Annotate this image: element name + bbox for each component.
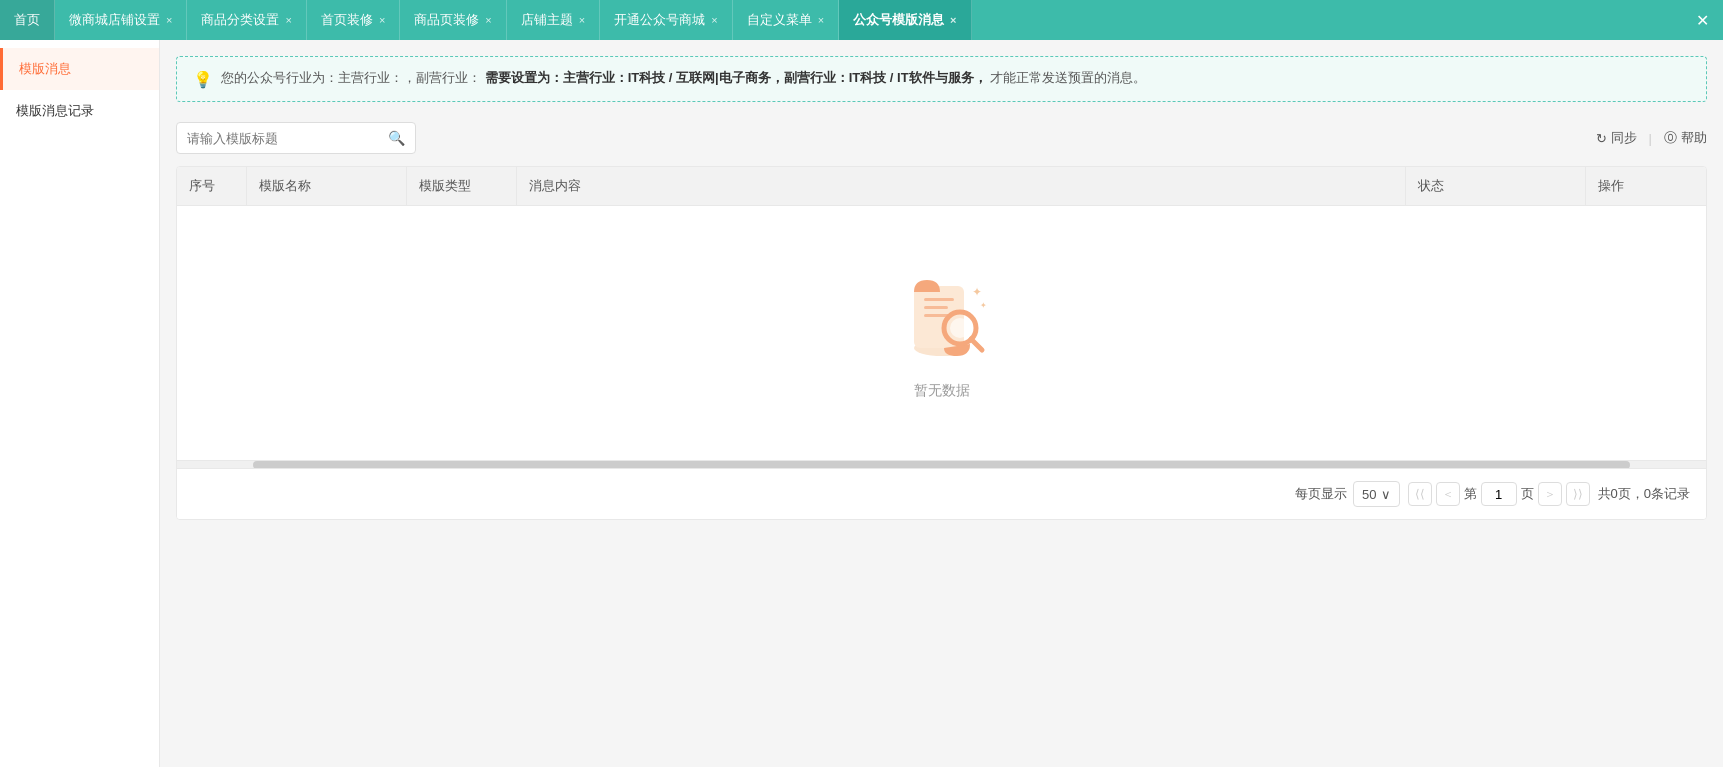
sidebar: 模版消息 模版消息记录 [0,40,160,767]
tab-home-label: 首页 [14,11,40,29]
page-size-dropdown[interactable]: 50 ∨ [1353,481,1399,507]
sidebar-item-template-record-label: 模版消息记录 [16,103,94,118]
page-size-select: 每页显示 50 ∨ [1295,481,1399,507]
page-total: 共0页，0条记录 [1598,485,1690,503]
empty-text: 暂无数据 [914,382,970,400]
svg-line-7 [971,339,982,350]
search-bar: 🔍 ↻ 同步 | ⓪ 帮助 [176,122,1707,154]
page-label: 第 [1464,485,1477,503]
empty-state: ✦ ✦ 暂无数据 [177,206,1706,460]
table-header: 序号 模版名称 模版类型 消息内容 状态 操作 [177,167,1706,206]
divider: | [1649,131,1652,146]
tab-store-theme[interactable]: 店铺主题 × [507,0,600,40]
sidebar-item-template-message[interactable]: 模版消息 [0,48,159,90]
notice-prefix: 您的公众号行业为：主营行业：，副营行业： [221,70,481,85]
tab-home-decoration[interactable]: 首页装修 × [307,0,400,40]
tab-template-message-close[interactable]: × [950,14,956,26]
data-table: 序号 模版名称 模版类型 消息内容 状态 操作 [176,166,1707,520]
svg-text:✦: ✦ [972,285,982,299]
tab-store-theme-close[interactable]: × [579,14,585,26]
svg-text:✦: ✦ [980,301,987,310]
tab-open-mall-close[interactable]: × [711,14,717,26]
notice-highlight: 需要设置为：主营行业：IT科技 / 互联网|电子商务，副营行业：IT科技 / I… [485,70,987,85]
help-button[interactable]: ⓪ 帮助 [1664,129,1707,147]
tab-bar: 首页 微商城店铺设置 × 商品分类设置 × 首页装修 × 商品页装修 × 店铺主… [0,0,1723,40]
content-area: 💡 您的公众号行业为：主营行业：，副营行业： 需要设置为：主营行业：IT科技 /… [160,40,1723,767]
tab-category-settings-close[interactable]: × [285,14,291,26]
scrollbar-thumb[interactable] [253,461,1629,468]
pagination: 每页显示 50 ∨ ⟨⟨ ＜ 第 页 ＞ ⟩⟩ [177,468,1706,519]
search-actions: ↻ 同步 | ⓪ 帮助 [1596,129,1707,147]
notice-text: 您的公众号行业为：主营行业：，副营行业： 需要设置为：主营行业：IT科技 / 互… [221,69,1146,87]
col-header-name: 模版名称 [247,167,407,205]
horizontal-scrollbar[interactable] [177,460,1706,468]
tab-shop-settings-close[interactable]: × [166,14,172,26]
main-layout: 模版消息 模版消息记录 💡 您的公众号行业为：主营行业：，副营行业： 需要设置为… [0,40,1723,767]
tab-custom-menu[interactable]: 自定义菜单 × [733,0,839,40]
tab-shop-settings-label: 微商城店铺设置 [69,11,160,29]
sync-icon: ↻ [1596,131,1607,146]
prev-page-button[interactable]: ＜ [1436,482,1460,506]
col-header-status: 状态 [1406,167,1586,205]
last-page-button[interactable]: ⟩⟩ [1566,482,1590,506]
page-size-value: 50 [1362,487,1376,502]
col-header-content: 消息内容 [517,167,1406,205]
sync-button[interactable]: ↻ 同步 [1596,129,1637,147]
tab-custom-menu-label: 自定义菜单 [747,11,812,29]
svg-rect-3 [924,306,948,309]
tab-open-mall[interactable]: 开通公众号商城 × [600,0,732,40]
page-unit: 页 [1521,485,1534,503]
help-icon: ⓪ [1664,129,1677,147]
tab-category-settings-label: 商品分类设置 [201,11,279,29]
empty-icon: ✦ ✦ [892,266,992,366]
tab-product-decoration[interactable]: 商品页装修 × [400,0,506,40]
chevron-down-icon: ∨ [1381,487,1391,502]
tab-home[interactable]: 首页 [0,0,55,40]
tab-product-decoration-label: 商品页装修 [414,11,479,29]
notice-box: 💡 您的公众号行业为：主营行业：，副营行业： 需要设置为：主营行业：IT科技 /… [176,56,1707,102]
tab-custom-menu-close[interactable]: × [818,14,824,26]
col-header-index: 序号 [177,167,247,205]
search-input[interactable] [187,131,388,146]
tab-home-decoration-close[interactable]: × [379,14,385,26]
search-icon[interactable]: 🔍 [388,130,405,146]
notice-suffix: 才能正常发送预置的消息。 [990,70,1146,85]
page-navigation: ⟨⟨ ＜ 第 页 ＞ ⟩⟩ [1408,482,1590,506]
sidebar-item-template-message-label: 模版消息 [19,61,71,76]
col-header-action: 操作 [1586,167,1706,205]
tab-shop-settings[interactable]: 微商城店铺设置 × [55,0,187,40]
page-input-wrap: 第 页 [1464,482,1534,506]
notice-icon: 💡 [193,70,213,89]
tab-home-decoration-label: 首页装修 [321,11,373,29]
svg-point-6 [950,318,970,338]
tab-template-message[interactable]: 公众号模版消息 × [839,0,971,40]
tab-open-mall-label: 开通公众号商城 [614,11,705,29]
next-page-button[interactable]: ＞ [1538,482,1562,506]
first-page-button[interactable]: ⟨⟨ [1408,482,1432,506]
tab-template-message-label: 公众号模版消息 [853,11,944,29]
tab-store-theme-label: 店铺主题 [521,11,573,29]
help-label: 帮助 [1681,129,1707,147]
tab-product-decoration-close[interactable]: × [485,14,491,26]
sync-label: 同步 [1611,129,1637,147]
col-header-type: 模版类型 [407,167,517,205]
sidebar-item-template-record[interactable]: 模版消息记录 [0,90,159,132]
page-size-label: 每页显示 [1295,485,1347,503]
tab-category-settings[interactable]: 商品分类设置 × [187,0,306,40]
tab-bar-close-all[interactable]: ✕ [1682,0,1723,40]
search-input-wrap: 🔍 [176,122,416,154]
svg-rect-2 [924,298,954,301]
page-number-input[interactable] [1481,482,1517,506]
